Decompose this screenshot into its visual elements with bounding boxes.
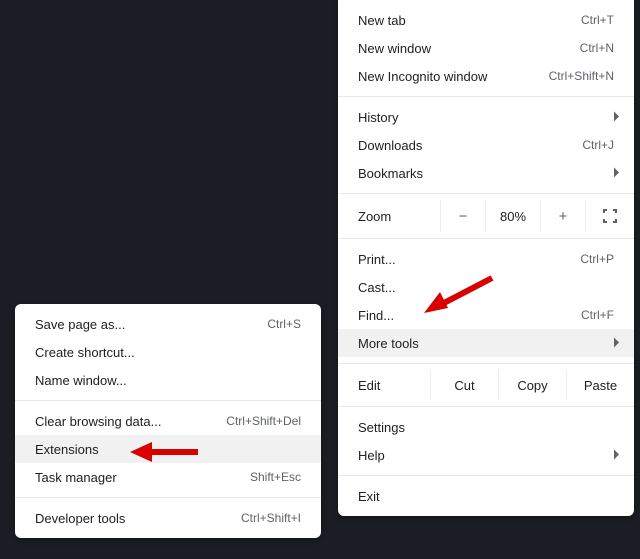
- submenu-item-name-window[interactable]: Name window...: [15, 366, 321, 394]
- label: Bookmarks: [358, 166, 614, 181]
- label: Extensions: [35, 442, 301, 457]
- label: Task manager: [35, 470, 250, 485]
- menu-item-edit: Edit Cut Copy Paste: [338, 370, 634, 400]
- label: New Incognito window: [358, 69, 549, 84]
- label: New tab: [358, 13, 581, 28]
- menu-item-zoom: Zoom − 80% +: [338, 200, 634, 232]
- menu-item-exit[interactable]: Exit: [338, 482, 634, 510]
- separator: [15, 400, 321, 401]
- separator: [338, 193, 634, 194]
- menu-item-print[interactable]: Print... Ctrl+P: [338, 245, 634, 273]
- menu-item-help[interactable]: Help: [338, 441, 634, 469]
- edit-copy-button[interactable]: Copy: [498, 370, 566, 400]
- fullscreen-button[interactable]: [585, 200, 634, 232]
- zoom-out-button[interactable]: −: [440, 200, 485, 232]
- zoom-value: 80%: [485, 200, 540, 232]
- label: Name window...: [35, 373, 301, 388]
- label: Settings: [358, 420, 614, 435]
- separator: [338, 475, 634, 476]
- submenu-item-clear-browsing-data[interactable]: Clear browsing data... Ctrl+Shift+Del: [15, 407, 321, 435]
- label: History: [358, 110, 614, 125]
- label: Print...: [358, 252, 580, 267]
- separator: [338, 96, 634, 97]
- shortcut: Ctrl+Shift+Del: [226, 414, 301, 428]
- shortcut: Ctrl+F: [581, 308, 614, 322]
- menu-item-new-window[interactable]: New window Ctrl+N: [338, 34, 634, 62]
- label: Developer tools: [35, 511, 241, 526]
- menu-item-cast[interactable]: Cast...: [338, 273, 634, 301]
- menu-item-history[interactable]: History: [338, 103, 634, 131]
- label: Save page as...: [35, 317, 267, 332]
- shortcut: Shift+Esc: [250, 470, 301, 484]
- menu-item-find[interactable]: Find... Ctrl+F: [338, 301, 634, 329]
- shortcut: Ctrl+N: [580, 41, 614, 55]
- edit-paste-button[interactable]: Paste: [566, 370, 634, 400]
- submenu-item-create-shortcut[interactable]: Create shortcut...: [15, 338, 321, 366]
- label: Create shortcut...: [35, 345, 301, 360]
- edit-cut-button[interactable]: Cut: [430, 370, 498, 400]
- menu-item-more-tools[interactable]: More tools: [338, 329, 634, 357]
- menu-item-downloads[interactable]: Downloads Ctrl+J: [338, 131, 634, 159]
- label: Downloads: [358, 138, 582, 153]
- label: Cast...: [358, 280, 614, 295]
- submenu-arrow-icon: [614, 448, 620, 463]
- submenu-arrow-icon: [614, 336, 620, 351]
- submenu-item-save-page[interactable]: Save page as... Ctrl+S: [15, 310, 321, 338]
- label: New window: [358, 41, 580, 56]
- separator: [338, 406, 634, 407]
- fullscreen-icon: [603, 209, 617, 223]
- menu-item-settings[interactable]: Settings: [338, 413, 634, 441]
- zoom-in-button[interactable]: +: [540, 200, 585, 232]
- shortcut: Ctrl+S: [267, 317, 301, 331]
- submenu-item-task-manager[interactable]: Task manager Shift+Esc: [15, 463, 321, 491]
- menu-item-new-tab[interactable]: New tab Ctrl+T: [338, 6, 634, 34]
- label: More tools: [358, 336, 614, 351]
- shortcut: Ctrl+P: [580, 252, 614, 266]
- label: Zoom: [358, 209, 440, 224]
- label: Find...: [358, 308, 581, 323]
- label: Help: [358, 448, 614, 463]
- shortcut: Ctrl+J: [582, 138, 614, 152]
- separator: [338, 363, 634, 364]
- label: Exit: [358, 489, 614, 504]
- submenu-arrow-icon: [614, 166, 620, 181]
- more-tools-submenu: Save page as... Ctrl+S Create shortcut..…: [15, 304, 321, 538]
- submenu-item-developer-tools[interactable]: Developer tools Ctrl+Shift+I: [15, 504, 321, 532]
- shortcut: Ctrl+T: [581, 13, 614, 27]
- shortcut: Ctrl+Shift+N: [549, 69, 614, 83]
- shortcut: Ctrl+Shift+I: [241, 511, 301, 525]
- separator: [15, 497, 321, 498]
- label: Clear browsing data...: [35, 414, 226, 429]
- chrome-main-menu: New tab Ctrl+T New window Ctrl+N New Inc…: [338, 0, 634, 516]
- separator: [338, 238, 634, 239]
- menu-item-bookmarks[interactable]: Bookmarks: [338, 159, 634, 187]
- submenu-arrow-icon: [614, 110, 620, 125]
- submenu-item-extensions[interactable]: Extensions: [15, 435, 321, 463]
- label: Edit: [358, 378, 430, 393]
- menu-item-new-incognito[interactable]: New Incognito window Ctrl+Shift+N: [338, 62, 634, 90]
